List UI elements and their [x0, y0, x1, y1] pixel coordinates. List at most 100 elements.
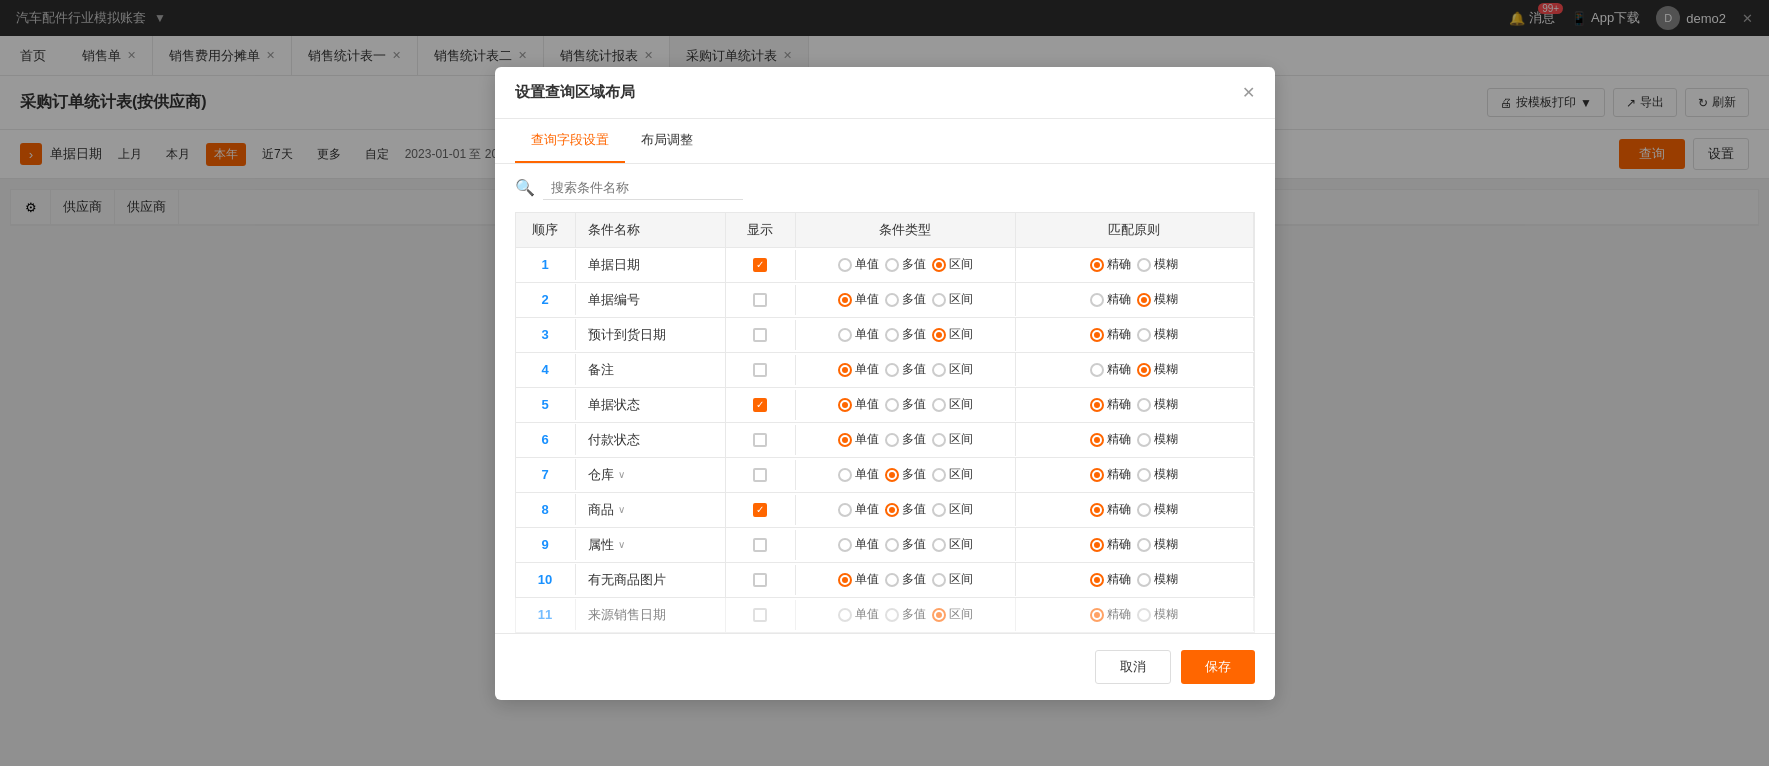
row-5-checkbox[interactable]: [753, 398, 767, 412]
row-4-order: 4: [516, 354, 576, 385]
row-5-display[interactable]: [726, 390, 796, 420]
row-4-checkbox[interactable]: [753, 363, 767, 377]
row-3-name: 预计到货日期: [576, 318, 726, 352]
row-2-fuzzy[interactable]: 模糊: [1137, 291, 1178, 308]
row-7-display[interactable]: [726, 460, 796, 490]
row-1-type: 单值 多值 区间: [796, 248, 1016, 281]
row-10-order: 10: [516, 564, 576, 595]
row-2-exact[interactable]: 精确: [1090, 291, 1131, 308]
row-7-checkbox[interactable]: [753, 468, 767, 482]
row-8-checkbox[interactable]: [753, 503, 767, 517]
row-5-order: 5: [516, 389, 576, 420]
dialog-close-button[interactable]: ✕: [1242, 83, 1255, 102]
row-11-type: 单值 多值 区间: [796, 598, 1016, 631]
search-icon: 🔍: [515, 178, 535, 197]
row-7-match: 精确 模糊: [1016, 458, 1254, 491]
row-2-order: 2: [516, 284, 576, 315]
row-10-type: 单值 多值 区间: [796, 563, 1016, 596]
row-1-display[interactable]: [726, 250, 796, 280]
row-1-name: 单据日期: [576, 248, 726, 282]
row-9-name: 属性 ∨: [576, 528, 726, 562]
dialog-header: 设置查询区域布局 ✕: [495, 67, 1275, 119]
row-11-match: 精确 模糊: [1016, 598, 1254, 631]
row-2-display[interactable]: [726, 285, 796, 315]
row-1-match: 精确 模糊: [1016, 248, 1254, 281]
th-display: 显示: [726, 213, 796, 247]
row-8-name: 商品 ∨: [576, 493, 726, 527]
row-9-dropdown-icon[interactable]: ∨: [618, 539, 625, 550]
row-6-name: 付款状态: [576, 423, 726, 457]
row-2-range[interactable]: 区间: [932, 291, 973, 308]
table-row: 7 仓库 ∨ 单值 多值 区间: [515, 458, 1255, 493]
row-9-order: 9: [516, 529, 576, 560]
dialog-tabs: 查询字段设置 布局调整: [495, 119, 1275, 164]
row-7-name: 仓库 ∨: [576, 458, 726, 492]
dialog-title: 设置查询区域布局: [515, 83, 635, 102]
row-8-display[interactable]: [726, 495, 796, 525]
dialog-tab-fields[interactable]: 查询字段设置: [515, 119, 625, 163]
row-7-type: 单值 多值 区间: [796, 458, 1016, 491]
row-9-checkbox[interactable]: [753, 538, 767, 552]
row-10-match: 精确 模糊: [1016, 563, 1254, 596]
row-6-display[interactable]: [726, 425, 796, 455]
row-2-multi[interactable]: 多值: [885, 291, 926, 308]
search-input[interactable]: [543, 176, 743, 200]
row-8-order: 8: [516, 494, 576, 525]
row-2-checkbox[interactable]: [753, 293, 767, 307]
row-11-checkbox[interactable]: [753, 608, 767, 622]
row-3-checkbox[interactable]: [753, 328, 767, 342]
row-4-type: 单值 多值 区间: [796, 353, 1016, 386]
th-match: 匹配原则: [1016, 213, 1254, 247]
row-9-type: 单值 多值 区间: [796, 528, 1016, 561]
row-6-match: 精确 模糊: [1016, 423, 1254, 456]
row-6-checkbox[interactable]: [753, 433, 767, 447]
row-4-name: 备注: [576, 353, 726, 387]
dialog-overlay: 设置查询区域布局 ✕ 查询字段设置 布局调整 🔍 顺序 条件名称 显示 条件类型…: [0, 0, 1769, 766]
row-4-display[interactable]: [726, 355, 796, 385]
row-7-order: 7: [516, 459, 576, 490]
row-11-order: 11: [516, 599, 576, 630]
row-1-range[interactable]: 区间: [932, 256, 973, 273]
settings-dialog: 设置查询区域布局 ✕ 查询字段设置 布局调整 🔍 顺序 条件名称 显示 条件类型…: [495, 67, 1275, 700]
row-5-match: 精确 模糊: [1016, 388, 1254, 421]
row-4-match: 精确 模糊: [1016, 353, 1254, 386]
table-row: 11 来源销售日期 单值 多值 区间: [515, 598, 1255, 633]
row-7-dropdown-icon[interactable]: ∨: [618, 469, 625, 480]
table-row: 6 付款状态 单值 多值 区间: [515, 423, 1255, 458]
row-1-single[interactable]: 单值: [838, 256, 879, 273]
dialog-table: 顺序 条件名称 显示 条件类型 匹配原则 1 单据日期 单值 多值: [515, 212, 1255, 633]
table-row: 1 单据日期 单值 多值 区间: [515, 248, 1255, 283]
row-3-display[interactable]: [726, 320, 796, 350]
row-2-match: 精确 模糊: [1016, 283, 1254, 316]
th-type: 条件类型: [796, 213, 1016, 247]
cancel-button[interactable]: 取消: [1095, 650, 1171, 684]
table-row: 8 商品 ∨ 单值 多值 区间: [515, 493, 1255, 528]
row-10-checkbox[interactable]: [753, 573, 767, 587]
dialog-footer: 取消 保存: [495, 633, 1275, 700]
row-1-exact[interactable]: 精确: [1090, 256, 1131, 273]
row-11-display[interactable]: [726, 600, 796, 630]
row-2-type: 单值 多值 区间: [796, 283, 1016, 316]
row-2-single[interactable]: 单值: [838, 291, 879, 308]
table-row: 9 属性 ∨ 单值 多值 区间: [515, 528, 1255, 563]
th-name: 条件名称: [576, 213, 726, 247]
row-11-name: 来源销售日期: [576, 598, 726, 632]
row-1-checkbox[interactable]: [753, 258, 767, 272]
row-1-fuzzy[interactable]: 模糊: [1137, 256, 1178, 273]
row-3-order: 3: [516, 319, 576, 350]
table-row: 10 有无商品图片 单值 多值 区间: [515, 563, 1255, 598]
row-5-type: 单值 多值 区间: [796, 388, 1016, 421]
dialog-table-header: 顺序 条件名称 显示 条件类型 匹配原则: [515, 212, 1255, 248]
row-10-name: 有无商品图片: [576, 563, 726, 597]
row-9-display[interactable]: [726, 530, 796, 560]
row-6-type: 单值 多值 区间: [796, 423, 1016, 456]
row-1-order: 1: [516, 249, 576, 280]
row-8-dropdown-icon[interactable]: ∨: [618, 504, 625, 515]
row-3-match: 精确 模糊: [1016, 318, 1254, 351]
row-2-name: 单据编号: [576, 283, 726, 317]
save-button[interactable]: 保存: [1181, 650, 1255, 684]
row-9-match: 精确 模糊: [1016, 528, 1254, 561]
dialog-tab-layout[interactable]: 布局调整: [625, 119, 709, 163]
row-10-display[interactable]: [726, 565, 796, 595]
row-1-multi[interactable]: 多值: [885, 256, 926, 273]
